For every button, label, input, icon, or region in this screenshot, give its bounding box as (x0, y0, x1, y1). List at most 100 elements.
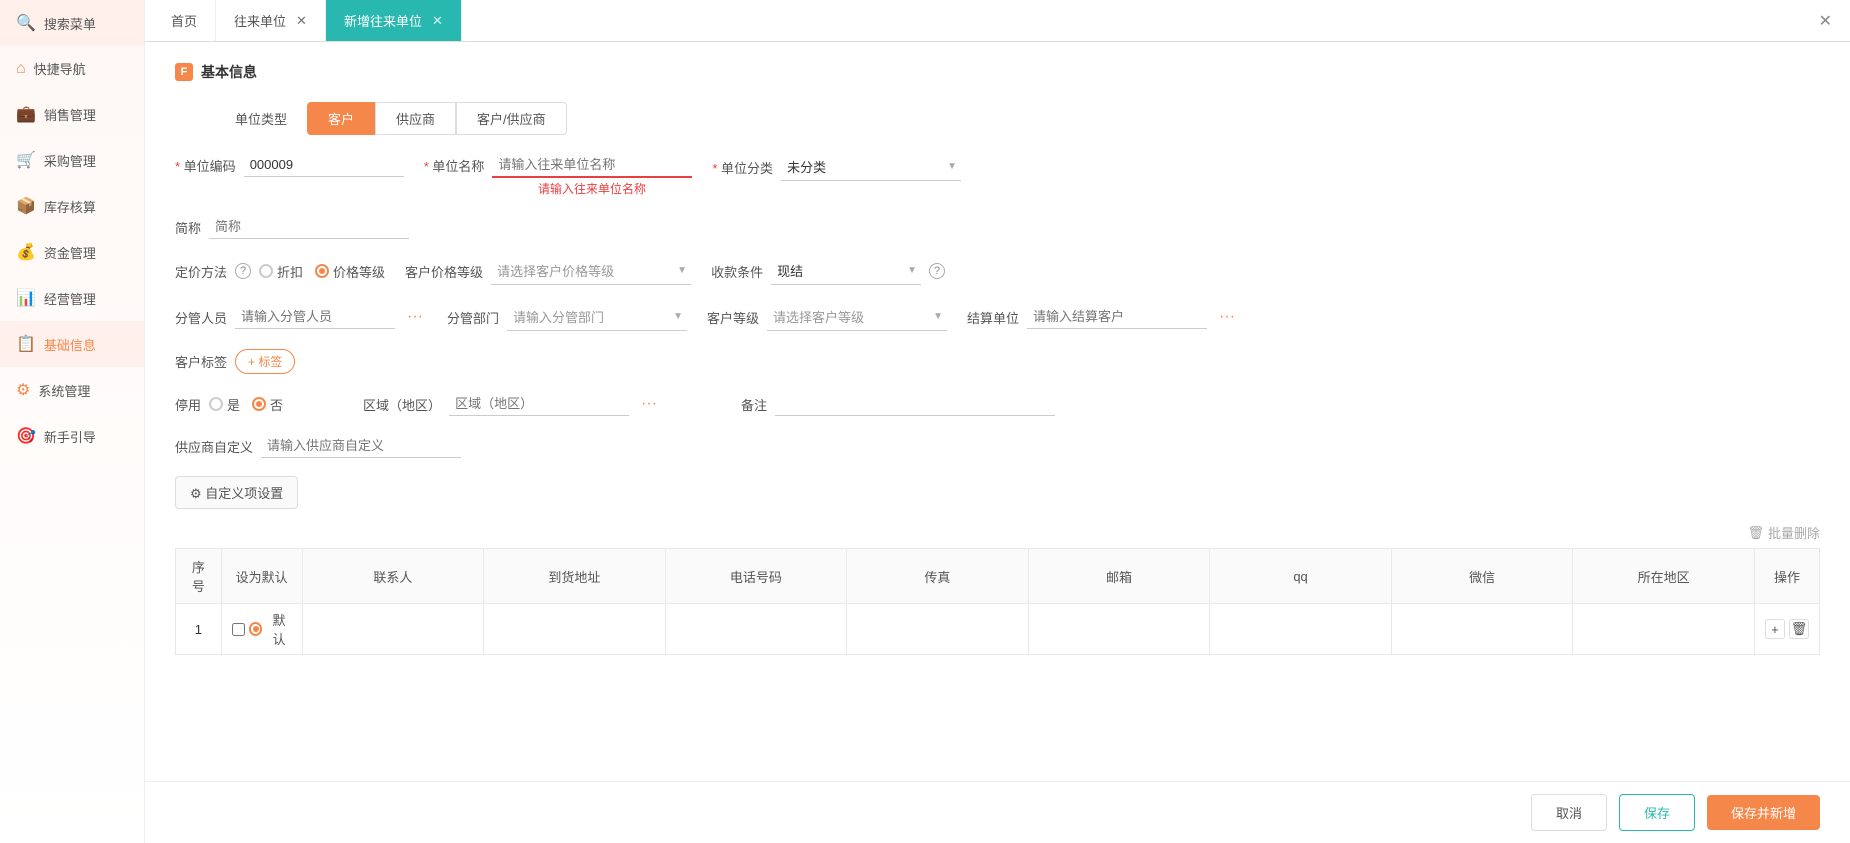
sales-icon: 💼 (16, 104, 36, 124)
radio-disabled-no[interactable]: 否 (252, 395, 283, 414)
manager-input[interactable] (235, 305, 395, 329)
cancel-button[interactable]: 取消 (1531, 794, 1607, 831)
col-default: 设为默认 (221, 549, 302, 604)
radio-price-level[interactable]: 价格等级 (315, 262, 385, 281)
contacts-table: 序号 设为默认 联系人 到货地址 电话号码 传真 邮箱 qq 微信 所在地区 操… (175, 548, 1820, 655)
form-content: F 基本信息 单位类型 客户 供应商 客户/供应商 单位编码 单位名称 (145, 42, 1850, 781)
supplier-custom-row: 供应商自定义 (175, 434, 1820, 458)
department-select[interactable]: 请输入分管部门 ▼ (507, 303, 687, 331)
department-label: 分管部门 (447, 308, 499, 327)
default-radio[interactable]: 默认 (249, 610, 292, 648)
disabled-group: 停用 是 否 (175, 395, 283, 414)
cell-wechat[interactable] (1391, 604, 1573, 655)
settlement-unit-group: 结算单位 ··· (967, 305, 1239, 329)
phone-input[interactable] (676, 622, 837, 637)
pricing-help-icon[interactable]: ? (235, 263, 251, 279)
customer-price-level-value: 请选择客户价格等级 (491, 261, 677, 280)
sidebar-item-label: 搜索菜单 (44, 14, 96, 33)
unit-code-input[interactable] (244, 153, 404, 177)
radio-price-level-circle (315, 264, 329, 278)
manager-more-icon[interactable]: ··· (403, 308, 427, 326)
disabled-area-row: 停用 是 否 区域（地区） ··· 备注 (175, 392, 1820, 416)
remark-input[interactable] (775, 392, 1055, 416)
add-tag-button[interactable]: + 标签 (235, 349, 295, 374)
payment-help-icon[interactable]: ? (929, 263, 945, 279)
type-btn-both[interactable]: 客户/供应商 (456, 102, 567, 135)
cell-region[interactable] (1573, 604, 1755, 655)
sidebar-item-operations[interactable]: 📊 经营管理 (0, 275, 144, 321)
unit-name-input[interactable] (492, 153, 692, 178)
fax-input[interactable] (857, 622, 1018, 637)
save-new-button[interactable]: 保存并新增 (1707, 795, 1820, 830)
unit-name-group: 单位名称 请输入往来单位名称 (424, 153, 693, 197)
code-name-category-row: 单位编码 单位名称 请输入往来单位名称 单位分类 未分类 ▼ (175, 153, 1820, 197)
sidebar-item-quick-nav[interactable]: ⌂ 快捷导航 (0, 46, 144, 91)
sidebar-item-finance[interactable]: 💰 资金管理 (0, 229, 144, 275)
customer-level-select[interactable]: 请选择客户等级 ▼ (767, 303, 947, 331)
tab-home[interactable]: 首页 (153, 0, 216, 41)
sidebar-item-label: 库存核算 (44, 197, 96, 216)
sidebar-item-label: 系统管理 (38, 381, 90, 400)
tab-bar: 首页 往来单位 ✕ 新增往来单位 ✕ ✕ (145, 0, 1850, 42)
guide-icon: 🎯 (16, 426, 36, 446)
sidebar-item-search[interactable]: 🔍 搜索菜单 (0, 0, 144, 46)
payment-terms-select[interactable]: 现结 ▼ (771, 257, 921, 285)
col-fax: 传真 (847, 549, 1029, 604)
tab-new-partner[interactable]: 新增往来单位 ✕ (326, 0, 462, 41)
delete-row-button[interactable]: 🗑 (1789, 619, 1809, 639)
action-bar: 取消 保存 保存并新增 (145, 781, 1850, 843)
address-input[interactable] (494, 622, 655, 637)
add-row-button[interactable]: + (1765, 619, 1785, 639)
sidebar-item-purchase[interactable]: 🛒 采购管理 (0, 137, 144, 183)
tab-partners-close[interactable]: ✕ (296, 13, 307, 29)
settlement-more-icon[interactable]: ··· (1215, 308, 1239, 326)
sidebar-item-label: 资金管理 (44, 243, 96, 262)
customer-price-level-select[interactable]: 请选择客户价格等级 ▼ (491, 257, 691, 285)
cell-address[interactable] (484, 604, 666, 655)
settlement-unit-input[interactable] (1027, 305, 1207, 329)
unit-category-value: 未分类 (781, 157, 947, 176)
sidebar-item-label: 新手引导 (44, 427, 96, 446)
batch-delete-button[interactable]: 🗑 批量删除 (1747, 523, 1820, 542)
area-label: 区域（地区） (363, 395, 441, 414)
wechat-input[interactable] (1402, 622, 1563, 637)
area-more-icon[interactable]: ··· (637, 395, 661, 413)
region-input[interactable] (1583, 622, 1744, 637)
sidebar-item-sales[interactable]: 💼 销售管理 (0, 91, 144, 137)
sidebar-item-inventory[interactable]: 📦 库存核算 (0, 183, 144, 229)
radio-yes-circle (209, 397, 223, 411)
radio-discount[interactable]: 折扣 (259, 262, 303, 281)
area-input[interactable] (449, 392, 629, 416)
row-checkbox[interactable] (232, 623, 245, 636)
contact-input[interactable] (313, 622, 474, 637)
sidebar-item-basic-info[interactable]: 📋 基础信息 (0, 321, 144, 367)
unit-category-select[interactable]: 未分类 ▼ (781, 153, 961, 181)
cell-phone[interactable] (665, 604, 847, 655)
short-name-input[interactable] (209, 215, 409, 239)
tab-new-partner-close[interactable]: ✕ (432, 13, 443, 29)
type-btn-customer[interactable]: 客户 (307, 102, 375, 135)
tab-partners[interactable]: 往来单位 ✕ (216, 0, 326, 41)
email-input[interactable] (1039, 622, 1200, 637)
window-close-button[interactable]: ✕ (1809, 11, 1842, 31)
radio-no-label: 否 (270, 395, 283, 414)
save-button[interactable]: 保存 (1619, 794, 1695, 831)
short-name-row: 简称 (175, 215, 1820, 239)
type-btn-supplier[interactable]: 供应商 (375, 102, 456, 135)
cell-email[interactable] (1028, 604, 1210, 655)
col-phone: 电话号码 (665, 549, 847, 604)
cell-qq[interactable] (1210, 604, 1392, 655)
cell-fax[interactable] (847, 604, 1029, 655)
radio-discount-circle (259, 264, 273, 278)
custom-settings-button[interactable]: ⚙ 自定义项设置 (175, 476, 298, 509)
unit-type-label: 单位类型 (235, 109, 287, 128)
sidebar-item-guide[interactable]: 🎯 新手引导 (0, 413, 144, 459)
col-wechat: 微信 (1391, 549, 1573, 604)
cell-contact[interactable] (302, 604, 484, 655)
payment-terms-group: 收款条件 现结 ▼ ? (711, 257, 945, 285)
radio-disabled-yes[interactable]: 是 (209, 395, 240, 414)
supplier-custom-group: 供应商自定义 (175, 434, 461, 458)
qq-input[interactable] (1220, 622, 1381, 637)
sidebar-item-system[interactable]: ⚙ 系统管理 (0, 367, 144, 413)
supplier-custom-input[interactable] (261, 434, 461, 458)
